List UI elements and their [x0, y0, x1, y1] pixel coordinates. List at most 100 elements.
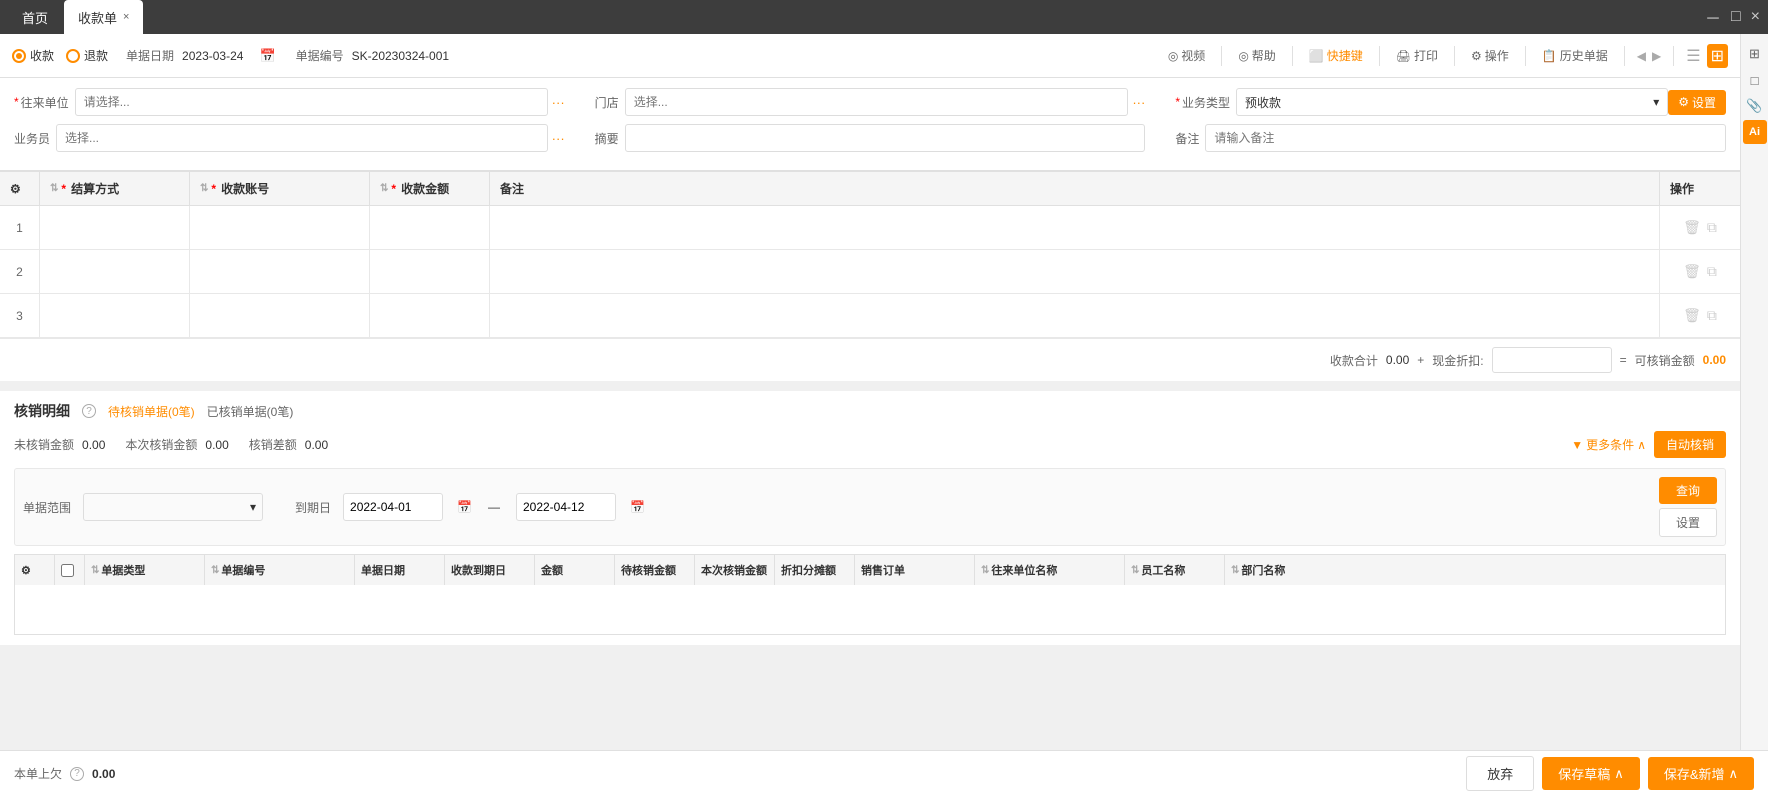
filter-form: 单据范围 ▾ 到期日 📅 — 📅 查询 设置 [14, 468, 1726, 546]
bth-number-label: 单据编号 [221, 562, 265, 578]
row-1-amount[interactable] [370, 206, 490, 249]
refund-radio[interactable]: 退款 [66, 47, 108, 64]
discount-label: 现金折扣: [1432, 352, 1483, 369]
summary-input[interactable] [625, 124, 1146, 152]
equals-sign: = [1620, 353, 1627, 367]
shop-input[interactable] [625, 88, 1129, 116]
row-2-remark[interactable] [490, 250, 1660, 293]
refund-radio-dot [66, 49, 80, 63]
maximize-icon[interactable]: □ [1731, 8, 1741, 26]
delete-icon-3[interactable]: 🗑 [1683, 307, 1701, 324]
nav-right-icon[interactable]: ▶ [1652, 49, 1661, 63]
bth-due-date: 收款到期日 [445, 555, 535, 585]
tab-current[interactable]: 收款单 × [64, 0, 143, 34]
done-tab[interactable]: 已核销单据(0笔) [207, 403, 294, 420]
row-2-amount[interactable] [370, 250, 490, 293]
footer-info-icon[interactable]: ? [70, 767, 84, 781]
print-icon: 🖨 [1396, 49, 1411, 63]
shop-more-icon[interactable]: ··· [1132, 95, 1145, 110]
delete-icon-2[interactable]: 🗑 [1683, 263, 1701, 280]
shortcut-btn[interactable]: ⬜ 快捷键 [1305, 45, 1367, 66]
delete-icon-1[interactable]: 🗑 [1683, 219, 1701, 236]
footer-actions: 放弃 保存草稿 ∧ 保存&新增 ∧ [1466, 756, 1754, 791]
set-button[interactable]: 设置 [1659, 508, 1717, 537]
side-icon-attachment[interactable]: 📎 [1743, 94, 1767, 118]
auto-verification-button[interactable]: 自动核销 [1654, 431, 1726, 458]
window-close-icon[interactable]: × [1751, 8, 1760, 26]
range-select[interactable]: ▾ [83, 493, 263, 521]
bth-dept: ⇅ 部门名称 [1225, 555, 1325, 585]
toolbar: 收款 退款 单据日期 2023-03-24 📅 单据编号 SK-20230324… [0, 34, 1740, 78]
row-3-account[interactable] [190, 294, 370, 337]
tab-close-icon[interactable]: × [123, 11, 129, 23]
date-to-input[interactable] [516, 493, 616, 521]
salesman-input[interactable] [56, 124, 548, 152]
bth-partner: ⇅ 往来单位名称 [975, 555, 1125, 585]
th-settings: ⚙ [0, 172, 40, 205]
partner-more-icon[interactable]: ··· [552, 95, 565, 110]
operation-btn[interactable]: ⚙ 操作 [1467, 45, 1513, 66]
copy-icon-3[interactable]: ⧉ [1707, 307, 1717, 324]
partner-label: 往来单位 [21, 94, 69, 111]
row-1-settlement[interactable] [40, 206, 190, 249]
save-draft-button[interactable]: 保存草稿 ∧ [1542, 757, 1640, 790]
info-icon[interactable]: ? [82, 404, 96, 418]
history-btn[interactable]: 📋 历史单据 [1538, 45, 1612, 66]
settings-label: 设置 [1692, 94, 1716, 111]
more-filter-btn[interactable]: ▼ 更多条件 ∧ [1571, 436, 1646, 453]
pending-tab[interactable]: 待核销单据(0笔) [108, 403, 195, 420]
calendar-icon[interactable]: 📅 [259, 48, 275, 64]
select-all-checkbox[interactable] [61, 564, 74, 577]
bottom-settings-icon[interactable]: ⚙ [21, 564, 31, 577]
row-3-action: 🗑 ⧉ [1660, 294, 1740, 337]
grid-icon[interactable]: ⊞ [1707, 44, 1728, 68]
table-row: 2 🗑 ⧉ [0, 250, 1740, 294]
cal-to-icon[interactable]: 📅 [630, 500, 645, 514]
tab-home[interactable]: 首页 [8, 0, 62, 34]
business-type-select[interactable]: 预收款 ▾ [1236, 88, 1668, 116]
side-icon-box[interactable]: □ [1743, 68, 1767, 92]
row-2-settlement[interactable] [40, 250, 190, 293]
bth-sales-order-label: 销售订单 [861, 562, 905, 578]
row-3-amount[interactable] [370, 294, 490, 337]
abandon-button[interactable]: 放弃 [1466, 756, 1534, 791]
form-row-2: 业务员 ··· 摘要 备注 [14, 124, 1726, 152]
row-2-account[interactable] [190, 250, 370, 293]
salesman-more-icon[interactable]: ··· [552, 131, 565, 146]
row-3-remark[interactable] [490, 294, 1660, 337]
side-icon-table[interactable]: ⊞ [1743, 42, 1767, 66]
row-1-remark[interactable] [490, 206, 1660, 249]
help-btn[interactable]: ◎ 帮助 [1234, 45, 1280, 66]
side-icon-ai[interactable]: Ai [1743, 120, 1767, 144]
video-icon: ◎ [1168, 49, 1178, 63]
discount-input[interactable] [1492, 347, 1612, 373]
plus-sign: + [1417, 353, 1424, 367]
video-btn[interactable]: ◎ 视频 [1164, 45, 1210, 66]
settings-button[interactable]: ⚙ 设置 [1668, 90, 1726, 115]
print-btn[interactable]: 🖨 打印 [1392, 45, 1442, 66]
copy-icon-2[interactable]: ⧉ [1707, 263, 1717, 280]
partner-input[interactable] [75, 88, 548, 116]
table-settings-icon[interactable]: ⚙ [10, 182, 21, 196]
save-new-button[interactable]: 保存&新增 ∧ [1648, 757, 1754, 790]
query-button[interactable]: 查询 [1659, 477, 1717, 504]
row-3-settlement[interactable] [40, 294, 190, 337]
nav-left-icon[interactable]: ◀ [1637, 49, 1646, 63]
diff-value: 0.00 [305, 438, 328, 452]
row-1-account[interactable] [190, 206, 370, 249]
copy-icon-1[interactable]: ⧉ [1707, 219, 1717, 236]
date-from-input[interactable] [343, 493, 443, 521]
business-type-required: * [1175, 95, 1180, 109]
list-icon[interactable]: ☰ [1686, 46, 1700, 66]
th-account-label: 收款账号 [221, 180, 269, 197]
bth-date: 单据日期 [355, 555, 445, 585]
remark-label: 备注 [1175, 130, 1199, 147]
row-num-1: 1 [0, 206, 40, 249]
remark-input[interactable] [1205, 124, 1726, 152]
table-header: ⚙ ⇅ * 结算方式 ⇅ * 收款账号 ⇅ * 收款金额 备注 操作 [0, 171, 1740, 206]
cal-from-icon[interactable]: 📅 [457, 500, 472, 514]
unchecked-value: 0.00 [82, 438, 105, 452]
receipt-radio[interactable]: 收款 [12, 47, 54, 64]
minimize-icon[interactable]: － [1705, 5, 1721, 29]
toolbar-right: ◎ 视频 ◎ 帮助 ⬜ 快捷键 🖨 打印 ⚙ 操作 [1164, 44, 1728, 68]
